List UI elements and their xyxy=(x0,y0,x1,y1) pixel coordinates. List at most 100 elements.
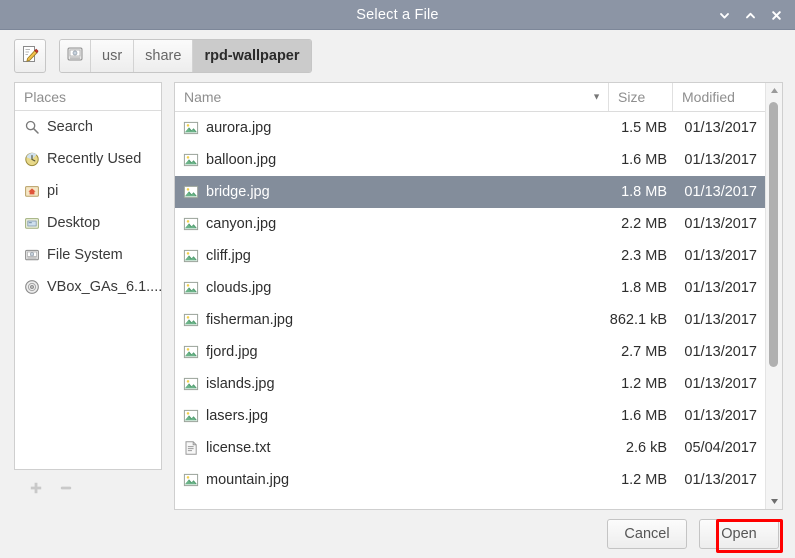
window-controls xyxy=(711,0,789,30)
scrollbar-thumb[interactable] xyxy=(769,101,778,368)
file-list-panel: Name ▼ Size Modified aurora.jpg 1.5 MB 01/… xyxy=(174,82,783,510)
image-file-icon xyxy=(183,216,199,232)
table-row[interactable]: aurora.jpg 1.5 MB 01/13/2017 xyxy=(175,112,765,144)
sidebar-item-pi[interactable]: pi xyxy=(15,175,161,207)
window-title: Select a File xyxy=(356,6,439,23)
home-folder-icon xyxy=(24,183,40,199)
scroll-up-arrow-icon[interactable] xyxy=(770,83,779,98)
scroll-down-arrow-icon[interactable] xyxy=(770,494,779,509)
file-name-label: canyon.jpg xyxy=(206,216,277,232)
file-name-label: fjord.jpg xyxy=(206,344,258,360)
column-header-name-label: Name xyxy=(184,89,222,105)
table-row[interactable]: mountain.jpg 1.2 MB 01/13/2017 xyxy=(175,464,765,496)
home-folder-icon xyxy=(23,183,40,200)
file-name-label: balloon.jpg xyxy=(206,152,277,168)
bookmark-buttons xyxy=(14,470,162,510)
table-row[interactable]: lasers.jpg 1.6 MB 01/13/2017 xyxy=(175,400,765,432)
file-name-label: aurora.jpg xyxy=(206,120,272,136)
table-row[interactable]: islands.jpg 1.2 MB 01/13/2017 xyxy=(175,368,765,400)
places-panel: Places Search Recently Used pi Desktop File … xyxy=(14,82,162,470)
column-header-size[interactable]: Size xyxy=(609,83,673,111)
cell-size: 1.2 MB xyxy=(621,472,667,488)
scrollbar-track[interactable] xyxy=(766,98,782,494)
sidebar-item-desktop[interactable]: Desktop xyxy=(15,207,161,239)
search-icon xyxy=(23,119,40,136)
cell-name: canyon.jpg xyxy=(175,216,609,232)
file-chooser-dialog: Select a File usr share rpd-wallpaper Pl… xyxy=(0,0,795,558)
sidebar-item-vbox-gas-6-1[interactable]: VBox_GAs_6.1.... xyxy=(15,271,161,303)
minimize-button[interactable] xyxy=(711,0,737,30)
breadcrumb: usr share rpd-wallpaper xyxy=(59,39,312,73)
open-button[interactable]: Open xyxy=(699,519,779,549)
cell-size: 2.2 MB xyxy=(621,216,667,232)
cell-modified: 01/13/2017 xyxy=(684,216,757,232)
sidebar-item-search[interactable]: Search xyxy=(15,111,161,143)
sidebar-item-label: pi xyxy=(47,183,59,199)
places-header: Places xyxy=(15,83,161,111)
breadcrumb-item-usr[interactable]: usr xyxy=(91,40,135,72)
file-browser: Name ▼ Size Modified aurora.jpg 1.5 MB 01/… xyxy=(174,82,783,510)
minus-icon xyxy=(58,480,74,501)
table-row[interactable]: bridge.jpg 1.8 MB 01/13/2017 xyxy=(175,176,765,208)
sidebar: Places Search Recently Used pi Desktop File … xyxy=(14,82,162,510)
cell-modified: 01/13/2017 xyxy=(684,184,757,200)
cell-size: 2.6 kB xyxy=(625,440,667,456)
cell-modified: 05/04/2017 xyxy=(684,440,757,456)
cell-modified: 01/13/2017 xyxy=(684,280,757,296)
close-button[interactable] xyxy=(763,0,789,30)
image-file-icon xyxy=(183,408,199,424)
cell-size: 1.6 MB xyxy=(621,152,667,168)
sidebar-item-recently-used[interactable]: Recently Used xyxy=(15,143,161,175)
maximize-button[interactable] xyxy=(737,0,763,30)
cell-size: 1.8 MB xyxy=(621,184,667,200)
cell-name: lasers.jpg xyxy=(175,408,609,424)
recent-clock-icon xyxy=(23,151,40,168)
table-row[interactable]: fisherman.jpg 862.1 kB 01/13/2017 xyxy=(175,304,765,336)
file-name-label: mountain.jpg xyxy=(206,472,290,488)
table-row[interactable]: license.txt 2.6 kB 05/04/2017 xyxy=(175,432,765,464)
table-row[interactable]: fjord.jpg 2.7 MB 01/13/2017 xyxy=(175,336,765,368)
file-name-label: license.txt xyxy=(206,440,271,456)
sidebar-item-file-system[interactable]: File System xyxy=(15,239,161,271)
file-name-label: fisherman.jpg xyxy=(206,312,294,328)
recent-clock-icon xyxy=(24,151,40,167)
drive-icon xyxy=(24,247,40,263)
cancel-button[interactable]: Cancel xyxy=(607,519,687,549)
file-name-label: lasers.jpg xyxy=(206,408,269,424)
breadcrumb-item-rpd-wallpaper[interactable]: rpd-wallpaper xyxy=(193,40,311,72)
breadcrumb-item-share[interactable]: share xyxy=(134,40,194,72)
cell-modified: 01/13/2017 xyxy=(684,120,757,136)
image-file-icon xyxy=(183,472,199,488)
text-file-icon xyxy=(183,440,199,456)
remove-bookmark-button[interactable] xyxy=(58,480,74,501)
add-bookmark-button[interactable] xyxy=(28,480,44,501)
column-header-modified[interactable]: Modified xyxy=(673,83,765,111)
cell-size: 1.2 MB xyxy=(621,376,667,392)
cell-modified: 01/13/2017 xyxy=(684,472,757,488)
column-header-name[interactable]: Name ▼ xyxy=(175,83,609,111)
dialog-body: Places Search Recently Used pi Desktop File … xyxy=(0,82,795,510)
cell-name: cliff.jpg xyxy=(175,248,609,264)
image-file-icon xyxy=(183,280,199,296)
cell-modified: 01/13/2017 xyxy=(684,408,757,424)
sidebar-item-label: Desktop xyxy=(47,215,101,231)
cell-name: clouds.jpg xyxy=(175,280,609,296)
table-row[interactable]: clouds.jpg 1.8 MB 01/13/2017 xyxy=(175,272,765,304)
file-name-label: bridge.jpg xyxy=(206,184,270,200)
file-system-icon xyxy=(66,45,84,67)
desktop-folder-icon xyxy=(23,215,40,232)
vertical-scrollbar[interactable] xyxy=(765,83,782,509)
table-row[interactable]: cliff.jpg 2.3 MB 01/13/2017 xyxy=(175,240,765,272)
cell-size: 1.8 MB xyxy=(621,280,667,296)
table-row[interactable]: balloon.jpg 1.6 MB 01/13/2017 xyxy=(175,144,765,176)
table-row[interactable]: canyon.jpg 2.2 MB 01/13/2017 xyxy=(175,208,765,240)
desktop-folder-icon xyxy=(24,215,40,231)
toolbar: usr share rpd-wallpaper xyxy=(0,30,795,82)
image-file-icon xyxy=(183,152,199,168)
type-filename-button[interactable] xyxy=(14,39,46,73)
image-file-icon xyxy=(183,184,199,200)
breadcrumb-item-filesystem[interactable] xyxy=(60,40,91,72)
image-file-icon xyxy=(183,120,199,136)
cell-size: 1.6 MB xyxy=(621,408,667,424)
cell-name: balloon.jpg xyxy=(175,152,609,168)
